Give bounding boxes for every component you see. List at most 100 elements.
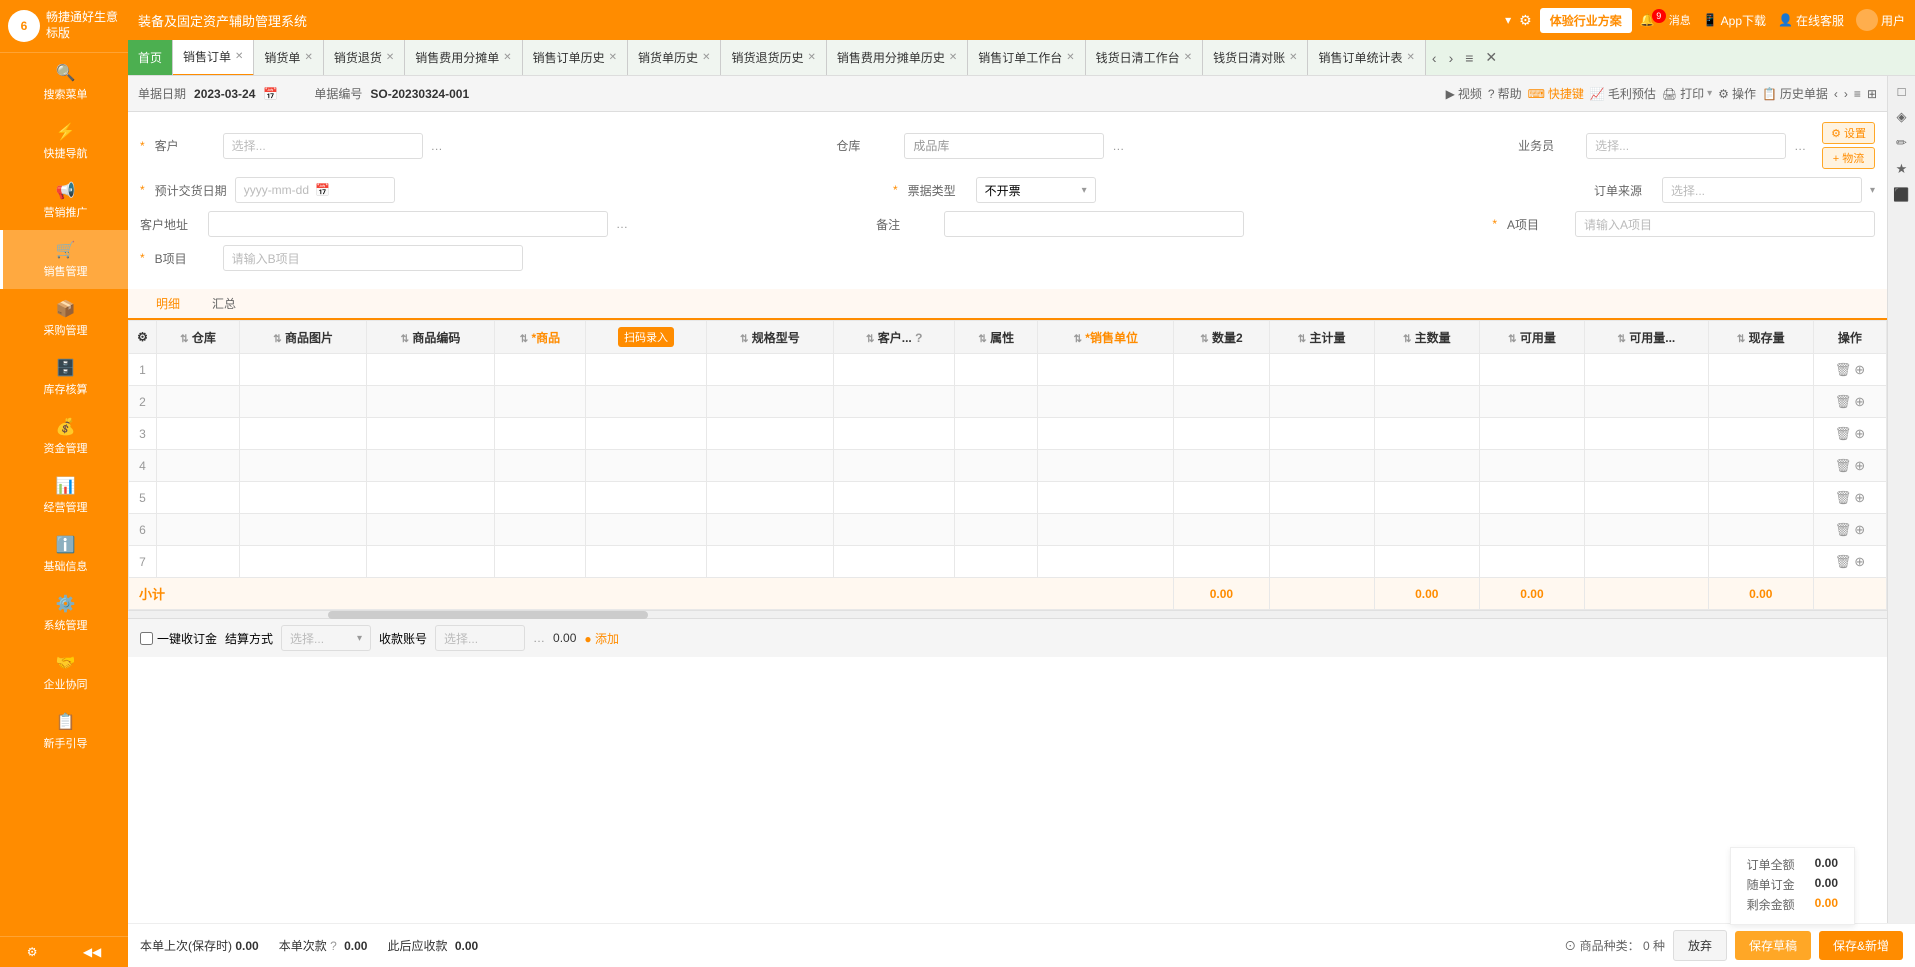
cell-attr-1[interactable]: [955, 354, 1038, 386]
one-click-checkbox-label[interactable]: 一键收订金: [140, 630, 217, 647]
cell-qty2-3[interactable]: [1174, 418, 1269, 450]
cell-code-6[interactable]: [367, 514, 494, 546]
cell-customer-4[interactable]: [834, 450, 955, 482]
cell-spec-1[interactable]: [706, 354, 833, 386]
nav-next[interactable]: ›: [1844, 87, 1848, 101]
cell-attr-7[interactable]: [955, 546, 1038, 578]
tab-daily-workbench-close[interactable]: ✕: [1184, 52, 1192, 63]
calendar-icon[interactable]: 📅: [263, 87, 278, 101]
sidebar-item-quicknav[interactable]: ⚡ 快捷导航: [0, 112, 128, 171]
tab-sales-order[interactable]: 销售订单 ✕: [173, 40, 254, 76]
tab-daily-workbench[interactable]: 钱货日清工作台 ✕: [1086, 40, 1203, 76]
sidebar-item-search[interactable]: 🔍 搜索菜单: [0, 53, 128, 112]
cell-customer-5[interactable]: [834, 482, 955, 514]
help-action[interactable]: ? 帮助: [1488, 85, 1522, 102]
cell-attr-5[interactable]: [955, 482, 1038, 514]
cell-warehouse-5[interactable]: [157, 482, 240, 514]
cell-spec-5[interactable]: [706, 482, 833, 514]
cell-spec-7[interactable]: [706, 546, 833, 578]
cell-spec-6[interactable]: [706, 514, 833, 546]
tab-stats[interactable]: 销售订单统计表 ✕: [1308, 40, 1425, 76]
tab-menu[interactable]: ≡: [1459, 50, 1479, 66]
rp-btn-5[interactable]: ⬛: [1891, 184, 1913, 206]
profit-action[interactable]: 📈 毛利预估: [1590, 85, 1656, 102]
print-action[interactable]: 🖨 打印 ▾: [1662, 85, 1712, 102]
cell-main-qty-5[interactable]: [1374, 482, 1479, 514]
save-draft-button[interactable]: 保存草稿: [1735, 931, 1811, 960]
customer-input[interactable]: 选择...: [223, 133, 423, 159]
sidebar-item-inventory[interactable]: 🗄️ 库存核算: [0, 348, 128, 407]
sidebar-item-guide[interactable]: 📋 新手引导: [0, 702, 128, 761]
remark-input[interactable]: [944, 211, 1244, 237]
video-action[interactable]: ▶ 视频: [1446, 85, 1482, 102]
cell-warehouse-6[interactable]: [157, 514, 240, 546]
cell-code-1[interactable]: [367, 354, 494, 386]
cell-attr-2[interactable]: [955, 386, 1038, 418]
cell-spec-2[interactable]: [706, 386, 833, 418]
scan-button[interactable]: 扫码录入: [618, 327, 674, 347]
save-new-button[interactable]: 保存&新增: [1819, 931, 1903, 960]
shortcut-action[interactable]: ⌨ 快捷键: [1528, 85, 1584, 102]
tab-detail[interactable]: 明细: [140, 289, 196, 320]
tab-nav-right[interactable]: ›: [1443, 50, 1460, 66]
app-download-area[interactable]: 📱 App下载: [1703, 12, 1766, 29]
customer-more[interactable]: …: [431, 139, 443, 153]
rp-btn-3[interactable]: ✏: [1891, 132, 1913, 154]
cell-qty2-6[interactable]: [1174, 514, 1269, 546]
warehouse-input[interactable]: 成品库: [904, 133, 1104, 159]
date-value[interactable]: 2023-03-24: [194, 87, 255, 101]
copy-row-6[interactable]: ⊕: [1854, 522, 1865, 538]
delivery-input[interactable]: yyyy-mm-dd 📅: [235, 177, 395, 203]
cell-product-2[interactable]: [494, 386, 586, 418]
rp-btn-4[interactable]: ★: [1891, 158, 1913, 180]
tab-order-history[interactable]: 销售订单历史 ✕: [523, 40, 628, 76]
copy-row-5[interactable]: ⊕: [1854, 490, 1865, 506]
delete-row-1[interactable]: 🗑: [1835, 362, 1852, 378]
cell-code-3[interactable]: [367, 418, 494, 450]
view-grid-icon[interactable]: ⊞: [1867, 87, 1877, 101]
cell-attr-6[interactable]: [955, 514, 1038, 546]
cell-product-4[interactable]: [494, 450, 586, 482]
cell-code-5[interactable]: [367, 482, 494, 514]
view-list-icon[interactable]: ≡: [1854, 87, 1861, 101]
cell-unit-1[interactable]: [1038, 354, 1174, 386]
cell-product-6[interactable]: [494, 514, 586, 546]
sidebar-item-system[interactable]: ⚙️ 系统管理: [0, 584, 128, 643]
cell-qty2-1[interactable]: [1174, 354, 1269, 386]
copy-row-2[interactable]: ⊕: [1854, 394, 1865, 410]
tab-goods[interactable]: 销货单 ✕: [254, 40, 323, 76]
cell-attr-4[interactable]: [955, 450, 1038, 482]
sidebar-item-marketing[interactable]: 📢 营销推广: [0, 171, 128, 230]
cell-qty2-7[interactable]: [1174, 546, 1269, 578]
settings-gear-icon[interactable]: ⚙: [1519, 12, 1532, 29]
cell-product-1[interactable]: [494, 354, 586, 386]
cell-main-qty-7[interactable]: [1374, 546, 1479, 578]
col-settings[interactable]: ⚙: [129, 321, 157, 354]
cell-customer-6[interactable]: [834, 514, 955, 546]
cell-warehouse-2[interactable]: [157, 386, 240, 418]
cell-code-4[interactable]: [367, 450, 494, 482]
collection-more[interactable]: …: [533, 631, 545, 645]
horizontal-scrollbar[interactable]: [128, 610, 1887, 618]
cell-customer-2[interactable]: [834, 386, 955, 418]
delete-row-4[interactable]: 🗑: [1835, 458, 1852, 474]
discard-button[interactable]: 放弃: [1673, 930, 1727, 961]
tab-expense-close[interactable]: ✕: [503, 52, 511, 63]
cell-attr-3[interactable]: [955, 418, 1038, 450]
tab-daily-reconcile[interactable]: 钱货日清对账 ✕: [1203, 40, 1308, 76]
cell-qty2-5[interactable]: [1174, 482, 1269, 514]
cell-unit-3[interactable]: [1038, 418, 1174, 450]
cell-product-7[interactable]: [494, 546, 586, 578]
rp-btn-2[interactable]: ◈: [1891, 106, 1913, 128]
cell-unit-7[interactable]: [1038, 546, 1174, 578]
tab-sales-order-close[interactable]: ✕: [235, 51, 243, 62]
tab-summary[interactable]: 汇总: [196, 289, 252, 318]
tab-nav-left[interactable]: ‹: [1426, 50, 1443, 66]
cell-product-3[interactable]: [494, 418, 586, 450]
cell-main-qty-2[interactable]: [1374, 386, 1479, 418]
copy-row-3[interactable]: ⊕: [1854, 426, 1865, 442]
cell-main-qty-6[interactable]: [1374, 514, 1479, 546]
cell-code-2[interactable]: [367, 386, 494, 418]
b-project-input[interactable]: 请输入B项目: [223, 245, 523, 271]
delete-row-6[interactable]: 🗑: [1835, 522, 1852, 538]
